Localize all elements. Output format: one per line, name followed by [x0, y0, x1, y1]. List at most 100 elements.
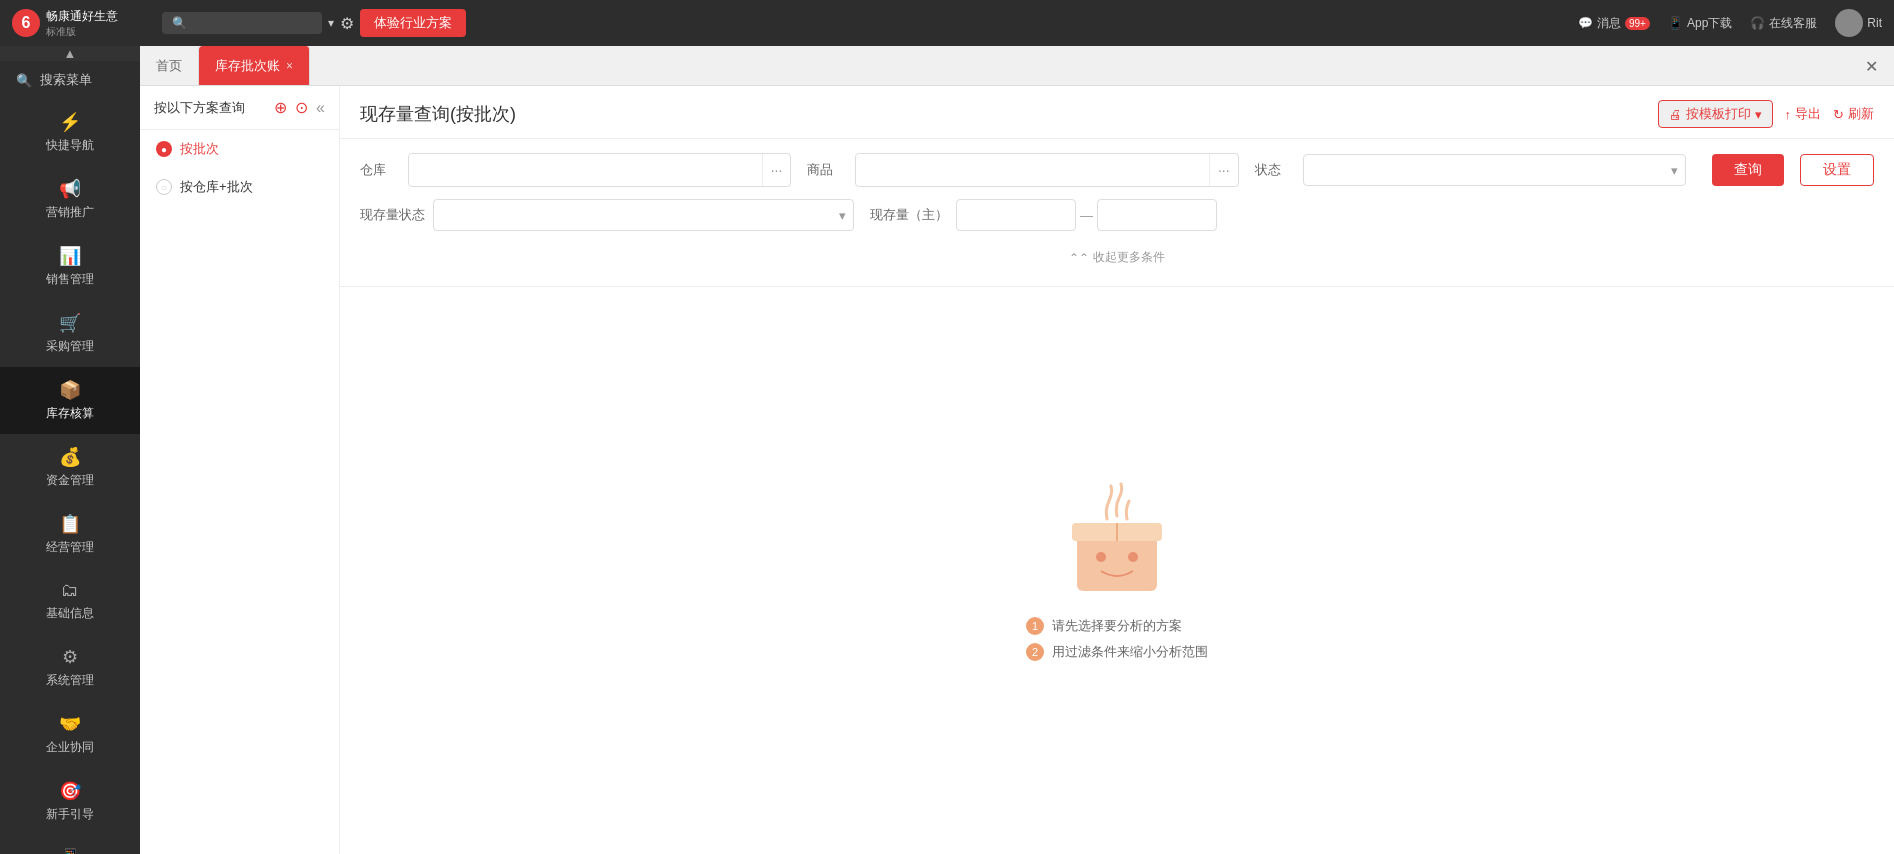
stock-amount-from-input[interactable] [956, 199, 1076, 231]
goods-input-wrap: ··· [855, 153, 1238, 187]
messages-badge: 99+ [1625, 17, 1650, 30]
sidebar-shortcuts-label: 快捷导航 [46, 137, 94, 154]
sidebar-item-search[interactable]: 🔍 搜索菜单 [0, 61, 140, 99]
refresh-label: 刷新 [1848, 105, 1874, 123]
header-search-box[interactable]: 🔍 [162, 12, 322, 34]
user-avatar [1835, 9, 1863, 37]
tab-bar: 首页 库存批次账 × ✕ [140, 46, 1894, 86]
print-button[interactable]: 🖨 按模板打印 ▾ [1658, 100, 1773, 128]
warehouse-label: 仓库 [360, 161, 400, 179]
header-search-area: 🔍 ▾ ⚙ 体验行业方案 [162, 9, 1568, 37]
logo-area: 6 畅康通好生意 标准版 [12, 8, 152, 39]
sidebar-enterprise-label: 企业协同 [46, 739, 94, 756]
sidebar-item-marketing[interactable]: 📢 营销推广 [0, 166, 140, 233]
scheme-collapse-icon[interactable]: « [316, 99, 325, 117]
empty-illustration [1057, 481, 1177, 601]
add-scheme-icon[interactable]: ⊕ [274, 98, 287, 117]
phone-icon: 📱 [1668, 16, 1683, 30]
logo-icon: 6 [12, 9, 40, 37]
query-button[interactable]: 查询 [1712, 154, 1784, 186]
scheme-dot-active: ● [156, 141, 172, 157]
sidebar-newbie-label: 新手引导 [46, 806, 94, 823]
sidebar-item-shortcuts[interactable]: ⚡ 快捷导航 [0, 99, 140, 166]
sidebar-marketing-label: 营销推广 [46, 204, 94, 221]
user-item[interactable]: Rit [1835, 9, 1882, 37]
sidebar-item-operations[interactable]: 📋 经营管理 [0, 501, 140, 568]
tab-home[interactable]: 首页 [140, 46, 199, 85]
svg-point-4 [1128, 552, 1138, 562]
page-content: 按以下方案查询 ⊕ ⊙ « ● 按批次 ○ 按仓库+批次 [140, 86, 1894, 854]
cart-icon: 🛒 [59, 312, 81, 334]
stock-amount-dash: — [1080, 208, 1093, 223]
sidebar-scroll-up[interactable]: ▲ [0, 46, 140, 61]
sidebar-item-inventory[interactable]: 📦 库存核算 [0, 367, 140, 434]
sidebar-item-system[interactable]: ⚙ 系统管理 [0, 634, 140, 701]
messages-icon: 💬 [1578, 16, 1593, 30]
trial-button[interactable]: 体验行业方案 [360, 9, 466, 37]
status-label: 状态 [1255, 161, 1295, 179]
status-select[interactable] [1303, 154, 1686, 186]
goods-more-icon[interactable]: ··· [1209, 154, 1238, 186]
sidebar-item-purchase[interactable]: 🛒 采购管理 [0, 300, 140, 367]
stock-status-field: 现存量状态 ▾ [360, 199, 854, 231]
sidebar: ▲ 🔍 搜索菜单 ⚡ 快捷导航 📢 营销推广 📊 销售管理 🛒 采购管理 📦 库… [0, 46, 140, 854]
online-service-label: 在线客服 [1769, 15, 1817, 32]
tab-close-icon[interactable]: × [286, 59, 293, 73]
setting-button[interactable]: 设置 [1800, 154, 1874, 186]
printer-icon: 🖨 [1669, 107, 1682, 122]
step-1-text: 请先选择要分析的方案 [1052, 617, 1182, 635]
content-area: 首页 库存批次账 × ✕ 按以下方案查询 ⊕ ⊙ « [140, 46, 1894, 854]
status-field: 状态 ▾ [1255, 154, 1686, 186]
left-panel-icons: ⊕ ⊙ « [274, 98, 325, 117]
scheme-item-warehouse-batch[interactable]: ○ 按仓库+批次 [140, 168, 339, 206]
sidebar-item-finance[interactable]: 💰 资金管理 [0, 434, 140, 501]
online-service-item[interactable]: 🎧 在线客服 [1750, 15, 1817, 32]
folder-icon: 🗂 [61, 580, 79, 601]
scheme-settings-icon[interactable]: ⊙ [295, 98, 308, 117]
goods-label: 商品 [807, 161, 847, 179]
sidebar-operations-label: 经营管理 [46, 539, 94, 556]
export-label: 导出 [1795, 105, 1821, 123]
messages-item[interactable]: 💬 消息 99+ [1578, 15, 1650, 32]
app-download-label: App下载 [1687, 15, 1732, 32]
sidebar-finance-label: 资金管理 [46, 472, 94, 489]
stock-amount-label: 现存量（主） [870, 206, 948, 224]
stock-amount-to-input[interactable] [1097, 199, 1217, 231]
megaphone-icon: 📢 [59, 178, 81, 200]
export-icon: ↑ [1785, 107, 1792, 122]
top-header: 6 畅康通好生意 标准版 🔍 ▾ ⚙ 体验行业方案 💬 消息 99+ 📱 App… [0, 0, 1894, 46]
stock-status-select[interactable] [433, 199, 854, 231]
sidebar-item-sales[interactable]: 📊 销售管理 [0, 233, 140, 300]
warehouse-input[interactable] [409, 154, 762, 186]
print-dropdown-icon: ▾ [1755, 107, 1762, 122]
export-button[interactable]: ↑ 导出 [1785, 105, 1822, 123]
scheme-warehouse-batch-label: 按仓库+批次 [180, 178, 253, 196]
sidebar-purchase-label: 采购管理 [46, 338, 94, 355]
sidebar-item-enterprise[interactable]: 🤝 企业协同 [0, 701, 140, 768]
refresh-icon: ↻ [1833, 107, 1844, 122]
sidebar-item-basic[interactable]: 🗂 基础信息 [0, 568, 140, 634]
main-layout: ▲ 🔍 搜索菜单 ⚡ 快捷导航 📢 营销推广 📊 销售管理 🛒 采购管理 📦 库… [0, 46, 1894, 854]
sidebar-item-newbie[interactable]: 🎯 新手引导 [0, 768, 140, 835]
warehouse-input-wrap: ··· [408, 153, 791, 187]
scheme-dot-grey: ○ [156, 179, 172, 195]
sidebar-item-appstore[interactable]: 📱 应用中心 [0, 835, 140, 854]
header-gear-icon[interactable]: ⚙ [340, 14, 354, 33]
tab-right-close-icon[interactable]: ✕ [1865, 56, 1878, 75]
empty-steps: 1 请先选择要分析的方案 2 用过滤条件来缩小分析范围 [1026, 617, 1208, 661]
header-dropdown-btn[interactable]: ▾ [328, 16, 334, 30]
filter-row-2: 现存量状态 ▾ 现存量（主） — [360, 199, 1874, 231]
empty-step-2: 2 用过滤条件来缩小分析范围 [1026, 643, 1208, 661]
goods-input[interactable] [856, 154, 1209, 186]
app-download-item[interactable]: 📱 App下载 [1668, 15, 1732, 32]
scheme-item-batch[interactable]: ● 按批次 [140, 130, 339, 168]
search-icon: 🔍 [16, 73, 32, 88]
refresh-button[interactable]: ↻ 刷新 [1833, 105, 1874, 123]
money-icon: 💰 [59, 446, 81, 468]
left-panel-title: 按以下方案查询 [154, 99, 245, 117]
app-version: 标准版 [46, 25, 118, 39]
collapse-filter-button[interactable]: ⌃⌃ 收起更多条件 [360, 243, 1874, 272]
tab-inventory-batch[interactable]: 库存批次账 × [199, 46, 310, 85]
page-title: 现存量查询(按批次) [360, 102, 516, 126]
warehouse-more-icon[interactable]: ··· [762, 154, 791, 186]
